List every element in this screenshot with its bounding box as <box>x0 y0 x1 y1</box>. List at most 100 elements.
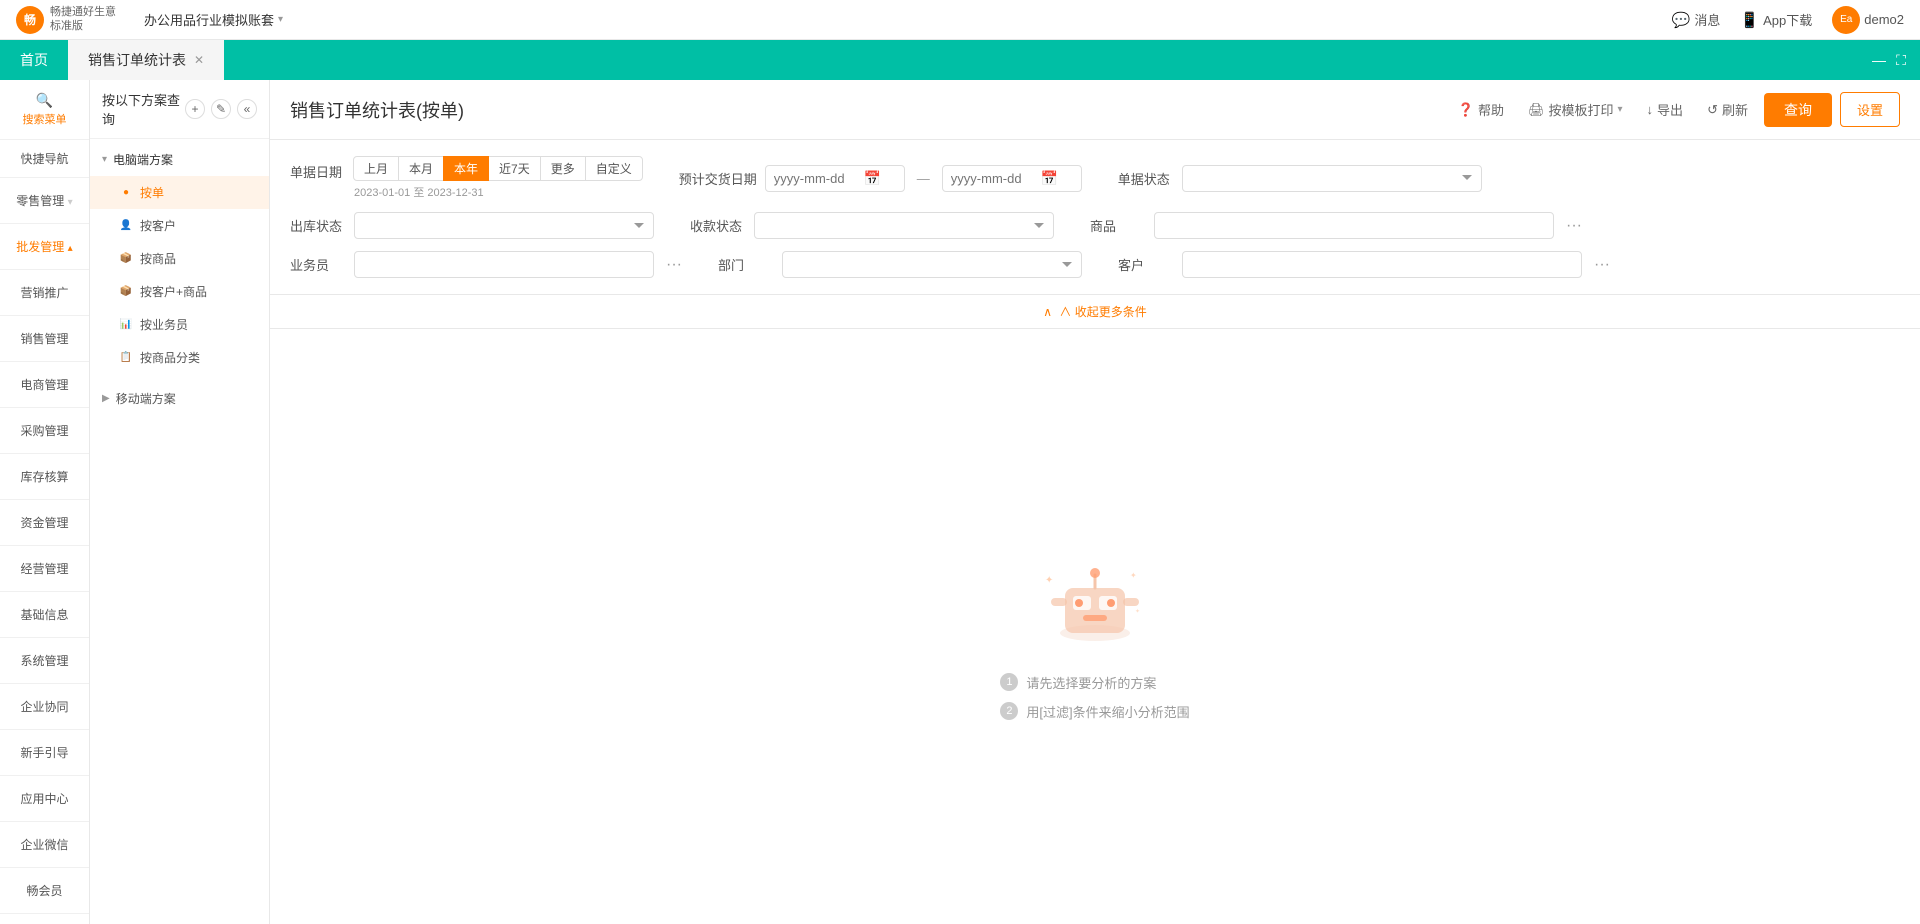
empty-tip-1: 1 请先选择要分析的方案 <box>1000 673 1189 692</box>
filter-area: 单据日期 上月 本月 本年 近7天 更多 自定义 2023-01-01 至 20… <box>270 140 1920 295</box>
scheme-panel-header: 按以下方案查询 + ✎ « <box>90 80 269 139</box>
goods-more-icon[interactable]: ··· <box>1566 217 1582 235</box>
sidebar-item-basic[interactable]: 基础信息 <box>0 592 89 638</box>
scheme-collapse-btn[interactable]: « <box>237 99 257 119</box>
sidebar-item-ecom[interactable]: 电商管理 <box>0 362 89 408</box>
expected-date-filter: 预计交货日期 📅 — 📅 <box>679 165 1082 192</box>
sidebar-item-appstore[interactable]: 应用中心 <box>0 776 89 822</box>
scheme-item-by-goods[interactable]: 📦 按商品 <box>90 242 269 275</box>
refresh-btn[interactable]: ↺ 刷新 <box>1699 96 1756 123</box>
nav-tabs: 首页 销售订单统计表 ✕ — ⛶ <box>0 40 1920 80</box>
calendar-icon: 📅 <box>864 170 881 187</box>
date-btn-more[interactable]: 更多 <box>540 156 586 181</box>
company-selector[interactable]: 办公用品行业模拟账套 ▾ <box>144 10 283 29</box>
sidebar-item-system[interactable]: 系统管理 <box>0 638 89 684</box>
sidebar-item-retail[interactable]: 零售管理 ▾ <box>0 178 89 224</box>
logo-icon: 畅 <box>16 6 44 34</box>
svg-text:✦: ✦ <box>1130 571 1137 580</box>
minimize-icon[interactable]: — <box>1872 53 1886 67</box>
expected-date-to[interactable]: 📅 <box>942 165 1082 192</box>
page-header: 销售订单统计表(按单) ❓ 帮助 🖨 按模板打印 ▾ ↓ 导出 <box>270 80 1920 140</box>
department-select[interactable] <box>782 251 1082 278</box>
sidebar-item-marketing[interactable]: 营销推广 <box>0 270 89 316</box>
payment-status-select[interactable] <box>754 212 1054 239</box>
sidebar-item-purchase[interactable]: 采购管理 <box>0 408 89 454</box>
sidebar-item-corp[interactable]: 企业协同 <box>0 684 89 730</box>
order-status-filter: 单据状态 <box>1118 165 1900 192</box>
scheme-item-by-salesman[interactable]: 📊 按业务员 <box>90 308 269 341</box>
expected-date-to-input[interactable] <box>951 171 1041 186</box>
delivery-status-filter: 出库状态 <box>290 212 654 239</box>
date-btn-last7[interactable]: 近7天 <box>488 156 541 181</box>
page-title: 销售订单统计表(按单) <box>290 97 464 123</box>
scheme-edit-btn[interactable]: ✎ <box>211 99 231 119</box>
date-btn-this-year[interactable]: 本年 <box>443 156 489 181</box>
chevron-down-icon: ▾ <box>278 14 283 25</box>
scheme-item-by-category[interactable]: 📋 按商品分类 <box>90 341 269 374</box>
delivery-status-select[interactable] <box>354 212 654 239</box>
setting-button[interactable]: 设置 <box>1840 92 1900 127</box>
salesman-icon: 📊 <box>118 317 134 333</box>
scheme-panel: 按以下方案查询 + ✎ « ▾ 电脑端方案 ● 按单 👤 <box>90 80 270 924</box>
salesman-input[interactable] <box>354 251 654 278</box>
user-area[interactable]: Ea demo2 <box>1832 6 1904 34</box>
main-area: 销售订单统计表(按单) ❓ 帮助 🖨 按模板打印 ▾ ↓ 导出 <box>270 80 1920 924</box>
order-status-select[interactable] <box>1182 165 1482 192</box>
scheme-group-mobile-header[interactable]: ▶ 移动端方案 <box>90 382 269 415</box>
window-controls: — ⛶ <box>1872 53 1920 67</box>
tab-sales-stat[interactable]: 销售订单统计表 ✕ <box>68 40 224 80</box>
scheme-add-btn[interactable]: + <box>185 99 205 119</box>
order-icon: ● <box>118 185 134 201</box>
empty-illustration: ✦ ✦ ✦ <box>1035 533 1155 653</box>
expected-date-from-input[interactable] <box>774 171 864 186</box>
export-btn[interactable]: ↓ 导出 <box>1639 96 1692 123</box>
top-bar-left: 畅 畅捷通好生意 标准版 办公用品行业模拟账套 ▾ <box>16 6 283 34</box>
svg-text:✦: ✦ <box>1135 608 1140 615</box>
customer-input[interactable] <box>1182 251 1582 278</box>
customer-filter: 客户 ··· <box>1118 251 1900 278</box>
sidebar-item-finance[interactable]: 资金管理 <box>0 500 89 546</box>
date-btn-this-month[interactable]: 本月 <box>398 156 444 181</box>
sidebar-item-ops[interactable]: 经营管理 <box>0 546 89 592</box>
customer-more-icon[interactable]: ··· <box>1594 256 1610 274</box>
salesman-more-icon[interactable]: ··· <box>666 256 682 274</box>
goods-icon: 📦 <box>118 251 134 267</box>
query-button[interactable]: 查询 <box>1764 93 1832 127</box>
scheme-item-by-customer[interactable]: 👤 按客户 <box>90 209 269 242</box>
tab-home[interactable]: 首页 <box>0 40 68 80</box>
filter-row-3: 业务员 ··· 部门 客户 ··· <box>290 251 1900 278</box>
scheme-item-by-order[interactable]: ● 按单 <box>90 176 269 209</box>
sidebar-item-newbie[interactable]: 新手引导 <box>0 730 89 776</box>
expected-date-from[interactable]: 📅 <box>765 165 905 192</box>
goods-filter: 商品 ··· <box>1090 212 1900 239</box>
date-separator: — <box>913 171 934 186</box>
scheme-group-pc-header[interactable]: ▾ 电脑端方案 <box>90 143 269 176</box>
help-btn[interactable]: ❓ 帮助 <box>1450 96 1512 123</box>
print-btn[interactable]: 🖨 按模板打印 ▾ <box>1520 96 1631 123</box>
message-btn[interactable]: 💬 消息 <box>1672 10 1721 29</box>
help-icon: ❓ <box>1458 102 1474 118</box>
sidebar-item-wholesale[interactable]: 批发管理 ▴ <box>0 224 89 270</box>
page-header-actions: ❓ 帮助 🖨 按模板打印 ▾ ↓ 导出 ↺ 刷新 <box>1450 92 1900 127</box>
sidebar-item-sales[interactable]: 销售管理 <box>0 316 89 362</box>
app-download-btn[interactable]: 📱 App下载 <box>1740 10 1812 29</box>
export-icon: ↓ <box>1647 102 1654 117</box>
date-btn-last-month[interactable]: 上月 <box>353 156 399 181</box>
sidebar-search[interactable]: 🔍 搜索菜单 <box>0 80 89 140</box>
empty-tip-2: 2 用[过滤]条件来缩小分析范围 <box>1000 702 1189 721</box>
category-icon: 📋 <box>118 350 134 366</box>
sidebar-item-inventory[interactable]: 库存核算 <box>0 454 89 500</box>
goods-input[interactable] <box>1154 212 1554 239</box>
department-filter: 部门 <box>718 251 1082 278</box>
print-dropdown-icon: ▾ <box>1618 104 1623 115</box>
sidebar-item-shortcut[interactable]: 快捷导航 <box>0 140 89 178</box>
collapse-bar[interactable]: ∧ ∧ 收起更多条件 <box>270 295 1920 329</box>
sidebar-item-wechat[interactable]: 企业微信 <box>0 822 89 868</box>
date-btn-custom[interactable]: 自定义 <box>585 156 643 181</box>
maximize-icon[interactable]: ⛶ <box>1894 53 1908 67</box>
customer-icon: 👤 <box>118 218 134 234</box>
filter-row-2: 出库状态 收款状态 商品 ··· <box>290 212 1900 239</box>
sidebar-item-member[interactable]: 畅会员 <box>0 868 89 914</box>
tab-close-icon[interactable]: ✕ <box>194 53 204 67</box>
scheme-item-by-cust-goods[interactable]: 📦 按客户+商品 <box>90 275 269 308</box>
